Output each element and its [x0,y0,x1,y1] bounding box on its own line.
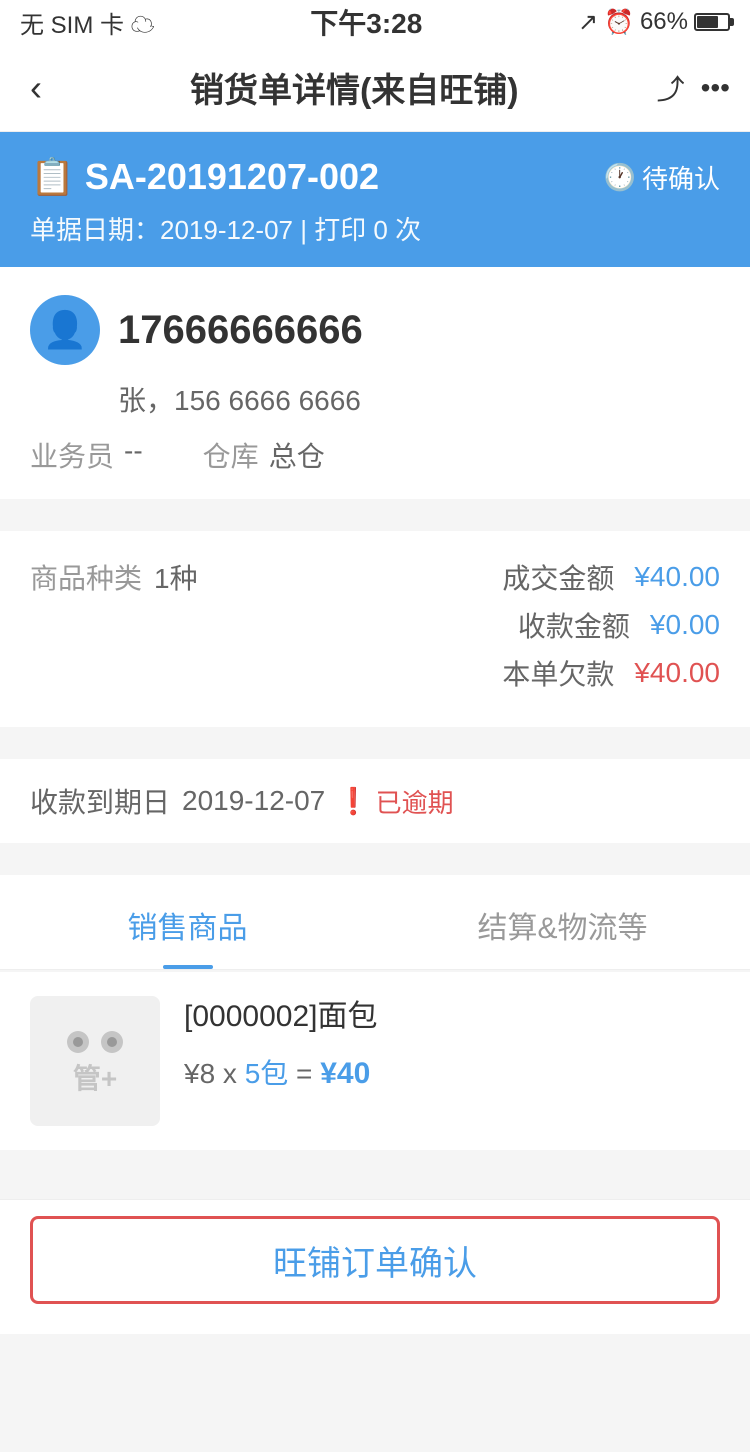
warehouse-value: 总仓 [269,435,325,475]
divider-3 [0,859,750,875]
transaction-value: ¥40.00 [634,561,720,593]
status-left: 无 SIM 卡 ☁ [20,5,155,40]
order-banner: 📋 SA-20191207-002 🕐 待确认 单据日期：2019-12-07 … [0,132,750,267]
due-section: 收款到期日 2019-12-07 ❗ 已逾期 [0,759,750,843]
nav-actions: ⤴ ••• [657,68,730,108]
transaction-label: 成交金额 [502,557,614,597]
order-date: 单据日期：2019-12-07 | 打印 0 次 [30,210,720,247]
received-value: ¥0.00 [650,609,720,641]
overdue-icon: ❗ [337,786,369,817]
status-right: ↗ ⏰ 66% [578,8,730,37]
salesperson-label: 业务员 [30,435,114,475]
sim-status: 无 SIM 卡 ☁ [20,5,155,40]
customer-section: 👤 17666666666 张，156 6666 6666 业务员 -- 仓库 … [0,267,750,499]
tab-settlement[interactable]: 结算&物流等 [375,875,750,969]
product-total: ¥40 [320,1057,370,1090]
avatar-icon: 👤 [43,309,88,351]
status-bar: 无 SIM 卡 ☁ 下午3:28 ↗ ⏰ 66% [0,0,750,44]
customer-avatar: 👤 [30,295,100,365]
owl-body: 管+ [73,1057,117,1097]
product-item: 管+ [0000002]面包 ¥8 x 5包 = ¥40 [30,996,720,1126]
product-section: 管+ [0000002]面包 ¥8 x 5包 = ¥40 [0,972,750,1150]
price-label: ¥8 x [184,1058,245,1089]
salesperson-value: -- [124,435,143,475]
warehouse-label: 仓库 [203,435,259,475]
divider-1 [0,515,750,531]
due-date: 2019-12-07 [182,785,325,817]
customer-phone: 17666666666 [118,308,363,353]
tabs-section: 销售商品 结算&物流等 [0,875,750,970]
location-icon: ↗ [578,8,598,37]
clock-icon: 🕐 [604,162,636,193]
product-info: [0000002]面包 ¥8 x 5包 = ¥40 [184,996,720,1092]
product-qty: 5包 [245,1058,289,1089]
received-label: 收款金额 [518,605,630,645]
share-button[interactable]: ⤴ [657,68,685,108]
nav-bar: ‹ 销货单详情(来自旺铺) ⤴ ••• [0,44,750,132]
product-price: ¥8 x 5包 = ¥40 [184,1052,720,1092]
product-name: [0000002]面包 [184,996,720,1038]
overdue-text: 已逾期 [376,783,454,820]
order-status: 🕐 待确认 [604,159,720,196]
owl-eye-left [67,1031,89,1053]
tab-sales-products[interactable]: 销售商品 [0,875,375,969]
page-title: 销货单详情(来自旺铺) [52,63,657,112]
battery-percent: 66% [640,8,688,36]
back-button[interactable]: ‹ [20,57,52,119]
due-label: 收款到期日 [30,781,170,821]
order-icon: 📋 [30,156,75,198]
order-id: 📋 SA-20191207-002 [30,156,379,198]
confirm-order-button[interactable]: 旺铺订单确认 [30,1216,720,1304]
divider-2 [0,743,750,759]
status-time: 下午3:28 [310,2,422,42]
customer-meta: 业务员 -- 仓库 总仓 [30,435,720,475]
product-types-value: 1种 [154,557,198,597]
stats-right: 成交金额 ¥40.00 收款金额 ¥0.00 本单欠款 ¥40.00 [502,557,720,701]
battery-icon [694,13,730,31]
stats-section: 商品种类 1种 成交金额 ¥40.00 收款金额 ¥0.00 本单欠款 ¥40.… [0,531,750,727]
product-types-label: 商品种类 [30,557,142,597]
product-thumbnail: 管+ [30,996,160,1126]
equals-sign: = [288,1058,320,1089]
tabs-row: 销售商品 结算&物流等 [0,875,750,970]
owl-eye-right [101,1031,123,1053]
alarm-icon: ⏰ [604,8,634,37]
balance-label: 本单欠款 [502,653,614,693]
product-logo: 管+ [55,1031,135,1091]
balance-value: ¥40.00 [634,657,720,689]
more-button[interactable]: ••• [701,72,730,104]
overdue-badge: ❗ 已逾期 [337,783,453,820]
customer-name: 张，156 6666 6666 [30,379,720,419]
bottom-bar: 旺铺订单确认 [0,1199,750,1334]
